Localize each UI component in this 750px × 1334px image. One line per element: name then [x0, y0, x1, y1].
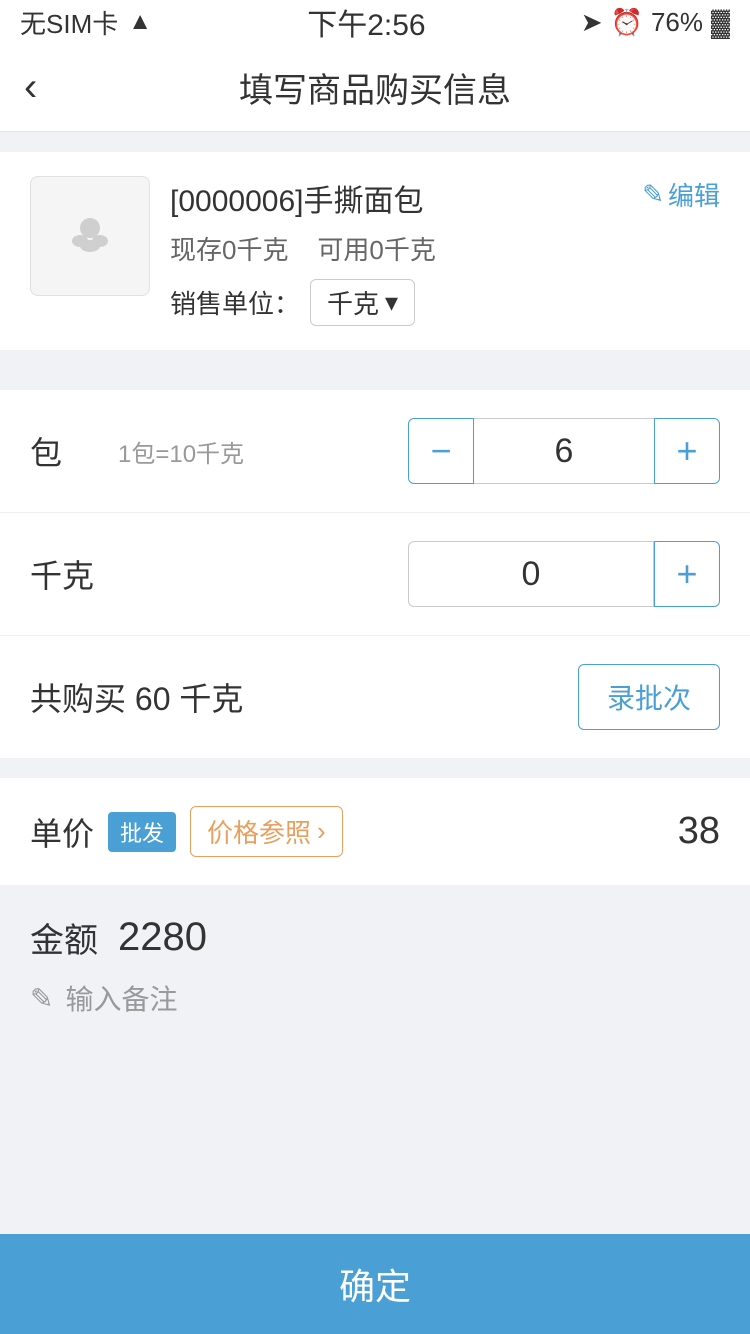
divider-1: [0, 350, 750, 370]
product-unit-row: 销售单位： 千克 ▾: [170, 279, 720, 326]
amount-section: 金额 2280 ✎ 输入备注: [0, 885, 750, 1034]
batch-button[interactable]: 录批次: [578, 664, 720, 730]
price-section: 单价 批发 价格参照 › 38: [0, 778, 750, 885]
remark-row[interactable]: ✎ 输入备注: [30, 978, 720, 1018]
remark-placeholder: 输入备注: [65, 978, 177, 1018]
unit-value: 千克: [327, 284, 379, 321]
status-bar: 无SIM卡 ▲ 下午2:56 ➤ ⏰ 76% ▓: [0, 0, 750, 44]
battery-icon: ▓: [711, 7, 730, 38]
remark-icon: ✎: [30, 982, 53, 1015]
price-label-text: 单价: [30, 809, 94, 855]
price-ref-label: 价格参照: [207, 813, 311, 850]
summary-row: 共购买 60 千克 录批次: [0, 636, 750, 758]
pack-label: 包: [30, 428, 110, 474]
pack-row: 包 1包=10千克 − +: [0, 390, 750, 513]
pack-quantity-input[interactable]: [474, 418, 654, 484]
stock-current: 现存0千克: [170, 235, 288, 265]
pack-controls: − +: [408, 418, 720, 484]
product-thumbnail-icon: [60, 206, 120, 266]
amount-row: 金额 2280: [30, 913, 720, 962]
edit-icon: ✎: [642, 179, 664, 210]
edit-label: 编辑: [668, 176, 720, 213]
nav-bar: ‹ 填写商品购买信息: [0, 44, 750, 132]
confirm-button[interactable]: 确定: [0, 1234, 750, 1334]
summary-text: 共购买 60 千克: [30, 674, 243, 720]
product-stock: 现存0千克 可用0千克: [170, 230, 720, 267]
kg-row: 千克 +: [0, 513, 750, 636]
price-ref-arrow-icon: ›: [317, 816, 326, 847]
kg-quantity-input[interactable]: [408, 541, 654, 607]
amount-value: 2280: [118, 915, 207, 960]
stock-available: 可用0千克: [317, 235, 435, 265]
page-title: 填写商品购买信息: [239, 63, 511, 112]
location-icon: ➤: [581, 7, 603, 38]
amount-label: 金额: [30, 913, 98, 962]
product-card: [0000006]手撕面包 ✎ 编辑 现存0千克 可用0千克 销售单位： 千克 …: [0, 152, 750, 350]
price-tag: 批发: [108, 812, 176, 852]
price-ref-button[interactable]: 价格参照 ›: [190, 806, 343, 857]
pack-hint: 1包=10千克: [118, 434, 408, 469]
price-value: 38: [678, 810, 720, 853]
product-image: [30, 176, 150, 296]
product-name: [0000006]手撕面包: [170, 176, 423, 220]
price-row: 单价 批发 价格参照 › 38: [30, 806, 720, 857]
unit-label: 销售单位：: [170, 284, 300, 321]
status-carrier-wifi: 无SIM卡 ▲: [20, 4, 152, 41]
status-right: ➤ ⏰ 76% ▓: [581, 7, 730, 38]
alarm-icon: ⏰: [611, 7, 643, 38]
pack-plus-button[interactable]: +: [654, 418, 720, 484]
pack-section: 包 1包=10千克 − + 千克 + 共购买 60 千克 录批次: [0, 390, 750, 758]
back-button[interactable]: ‹: [24, 65, 37, 110]
unit-select[interactable]: 千克 ▾: [310, 279, 415, 326]
edit-button[interactable]: ✎ 编辑: [642, 176, 720, 213]
carrier-text: 无SIM卡: [20, 4, 118, 41]
divider-2: [0, 758, 750, 778]
kg-controls: +: [408, 541, 720, 607]
kg-plus-button[interactable]: +: [654, 541, 720, 607]
product-header: [0000006]手撕面包 ✎ 编辑: [170, 176, 720, 230]
unit-chevron-icon: ▾: [385, 287, 398, 318]
pack-minus-button[interactable]: −: [408, 418, 474, 484]
kg-label: 千克: [30, 551, 110, 597]
status-time: 下午2:56: [307, 0, 425, 44]
battery-text: 76%: [651, 7, 703, 38]
product-info: [0000006]手撕面包 ✎ 编辑 现存0千克 可用0千克 销售单位： 千克 …: [170, 176, 720, 326]
price-label: 单价 批发 价格参照 ›: [30, 806, 343, 857]
wifi-icon: ▲: [128, 8, 152, 36]
confirm-label: 确定: [339, 1258, 411, 1310]
